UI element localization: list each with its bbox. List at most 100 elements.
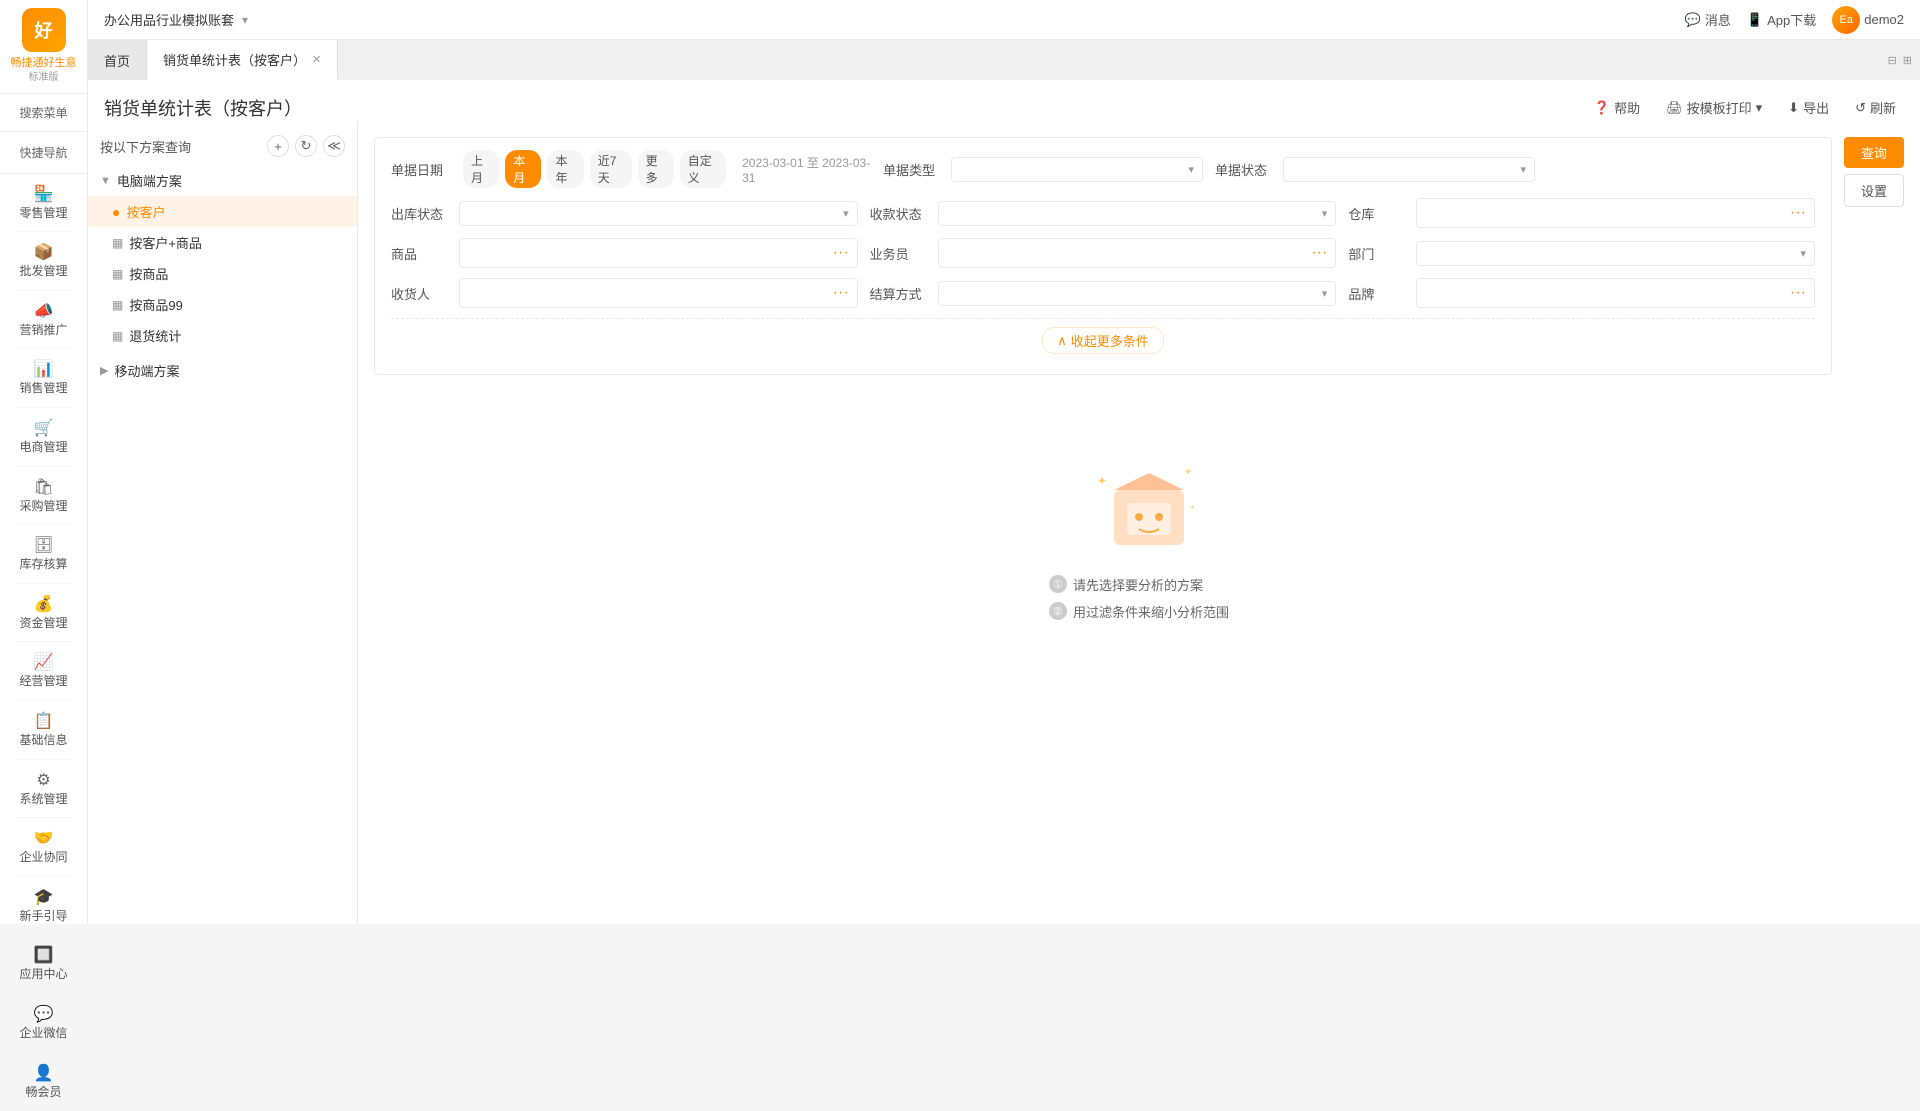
sidebar-item-10[interactable]: ⚙ 系统管理 (15, 760, 71, 819)
print-button[interactable]: 🖨 按模板打印 ▾ (1658, 94, 1770, 121)
tree-item-goods99[interactable]: ▦ 按商品99 (88, 289, 357, 320)
collapse-button[interactable]: ∧ 收起更多条件 (1042, 327, 1164, 354)
refresh-button[interactable]: ↺ 刷新 (1847, 94, 1904, 121)
out-status-chevron-icon: ▾ (843, 207, 849, 220)
refresh-scheme-button[interactable]: ↻ (295, 135, 317, 157)
sidebar-quick-nav[interactable]: 快捷导航 (0, 132, 87, 174)
print-icon: 🖨 (1666, 100, 1683, 116)
sidebar-icon-9: 📋 (34, 711, 54, 731)
filter-brand-input[interactable]: ··· (1416, 278, 1815, 308)
topbar-dropdown-icon[interactable]: ▾ (242, 13, 248, 27)
filter-doc-status-label: 单据状态 (1215, 160, 1275, 179)
sidebar-icon-10: ⚙ (36, 770, 50, 790)
sidebar-item-13[interactable]: 🔲 应用中心 (15, 935, 71, 994)
sidebar-label-5: 采购管理 (19, 499, 67, 515)
sidebar-label-12: 新手引导 (19, 909, 67, 925)
scheme-icon-4: ▦ (112, 329, 123, 343)
sidebar-item-9[interactable]: 📋 基础信息 (15, 701, 71, 760)
user-area[interactable]: Ea demo2 (1832, 6, 1904, 34)
message-icon: 💬 (1685, 12, 1701, 28)
sidebar-item-3[interactable]: 📊 销售管理 (15, 349, 71, 408)
scheme-icon-1: ▦ (112, 236, 123, 250)
filter-salesman-input[interactable]: ··· (938, 238, 1337, 268)
left-panel-title: 按以下方案查询 (100, 137, 191, 156)
filter-dept-input[interactable]: ▾ (1416, 241, 1815, 266)
page-title: 销货单统计表（按客户） (104, 95, 302, 121)
add-scheme-button[interactable]: + (267, 135, 289, 157)
sidebar-item-12[interactable]: 🎓 新手引导 (15, 877, 71, 936)
filter-warehouse-input[interactable]: ··· (1416, 198, 1815, 228)
tree-item-by-customer[interactable]: ● 按客户 (88, 196, 357, 227)
date-pill-last-month[interactable]: 上月 (463, 150, 499, 188)
tab-close-icon[interactable]: ✕ (312, 53, 321, 66)
filter-warehouse-label: 仓库 (1348, 204, 1408, 223)
date-pill-this-year[interactable]: 本年 (547, 150, 583, 188)
tree-item-goods[interactable]: ▦ 按商品 (88, 258, 357, 289)
tip-text-2: 用过滤条件来缩小分析范围 (1073, 602, 1229, 621)
brand-dots-icon[interactable]: ··· (1790, 284, 1806, 302)
sidebar-search-area[interactable]: 搜索菜单 (0, 94, 87, 132)
sidebar-item-1[interactable]: 📦 批发管理 (15, 232, 71, 291)
tree-desktop-group[interactable]: ▼ 电脑端方案 (88, 165, 357, 196)
tree-item-goods-label: 按商品 (129, 264, 168, 283)
tree-item-customer-goods[interactable]: ▦ 按客户+商品 (88, 227, 357, 258)
filter-receipt-status-input[interactable]: ▾ (938, 201, 1337, 226)
sidebar-item-8[interactable]: 📈 经营管理 (15, 642, 71, 701)
tabbar: 首页 销货单统计表（按客户） ✕ ⊟ ⊞ (88, 40, 1920, 80)
active-scheme-icon: ● (112, 204, 120, 220)
filter-doc-type-input[interactable]: ▾ (951, 157, 1203, 182)
tab-home[interactable]: 首页 (88, 40, 147, 80)
sidebar-item-2[interactable]: 📣 营销推广 (15, 291, 71, 350)
refresh-icon: ↺ (1855, 100, 1866, 116)
warehouse-dots-icon[interactable]: ··· (1790, 204, 1806, 222)
help-button[interactable]: ❓ 帮助 (1586, 94, 1648, 121)
tab-sales-stats[interactable]: 销货单统计表（按客户） ✕ (147, 40, 338, 80)
empty-tips: ① 请先选择要分析的方案 ② 用过滤条件来缩小分析范围 (1049, 575, 1229, 629)
collapse-panel-button[interactable]: ≪ (323, 135, 345, 157)
tab-maximize-icon[interactable]: ⊞ (1903, 54, 1912, 67)
sidebar-item-14[interactable]: 💬 企业微信 (15, 994, 71, 1053)
tip-num-1: ① (1049, 575, 1067, 593)
export-label: 导出 (1803, 98, 1829, 117)
sidebar-icon-7: 💰 (34, 594, 54, 614)
filter-settlement-label: 结算方式 (870, 284, 930, 303)
sidebar-item-15[interactable]: 👤 畅会员 (15, 1053, 71, 1111)
sidebar-item-5[interactable]: 🛍 采购管理 (15, 467, 71, 526)
date-pill-7days[interactable]: 近7天 (590, 150, 632, 188)
date-pill-this-month[interactable]: 本月 (505, 150, 541, 188)
date-pill-more[interactable]: 更多 (638, 150, 674, 188)
print-label: 按模板打印 (1687, 98, 1752, 117)
salesman-dots-icon[interactable]: ··· (1311, 244, 1327, 262)
tree-mobile-label: 移动端方案 (114, 361, 179, 380)
filter-out-status-input[interactable]: ▾ (459, 201, 858, 226)
collapse-up-icon: ∧ (1057, 333, 1067, 349)
filter-receiver-input[interactable]: ··· (459, 278, 858, 308)
filter-doc-status-item: 单据状态 ▾ (1215, 157, 1535, 182)
filter-doc-status-input[interactable]: ▾ (1283, 157, 1535, 182)
sidebar-item-6[interactable]: 🗄 库存核算 (15, 525, 71, 584)
date-pill-custom[interactable]: 自定义 (680, 150, 726, 188)
sidebar-item-11[interactable]: 🤝 企业协同 (15, 818, 71, 877)
settings-button[interactable]: 设置 (1844, 174, 1904, 207)
tree-mobile-group[interactable]: ▶ 移动端方案 (88, 355, 357, 386)
quick-nav-label[interactable]: 快捷导航 (0, 140, 87, 165)
search-menu-label[interactable]: 搜索菜单 (6, 104, 81, 121)
sidebar-icon-1: 📦 (34, 242, 54, 262)
date-range-text: 2023-03-01 至 2023-03-31 (742, 154, 871, 185)
print-dropdown-icon[interactable]: ▾ (1756, 100, 1763, 116)
sidebar-item-4[interactable]: 🛒 电商管理 (15, 408, 71, 467)
filter-goods-input[interactable]: ··· (459, 238, 858, 268)
export-button[interactable]: ⬇ 导出 (1780, 94, 1837, 121)
sidebar-item-7[interactable]: 💰 资金管理 (15, 584, 71, 643)
message-button[interactable]: 💬 消息 (1685, 10, 1731, 29)
receiver-dots-icon[interactable]: ··· (833, 284, 849, 302)
filter-settlement-input[interactable]: ▾ (938, 281, 1337, 306)
avatar-text: Ea (1840, 14, 1853, 26)
tab-minimize-icon[interactable]: ⊟ (1888, 54, 1897, 67)
sidebar-item-0[interactable]: 🏪 零售管理 (15, 174, 71, 233)
settlement-chevron-icon: ▾ (1322, 287, 1328, 300)
goods-dots-icon[interactable]: ··· (833, 244, 849, 262)
query-button[interactable]: 查询 (1844, 137, 1904, 168)
tree-item-returns[interactable]: ▦ 退货统计 (88, 320, 357, 351)
app-download-button[interactable]: 📱 App下载 (1747, 10, 1816, 29)
